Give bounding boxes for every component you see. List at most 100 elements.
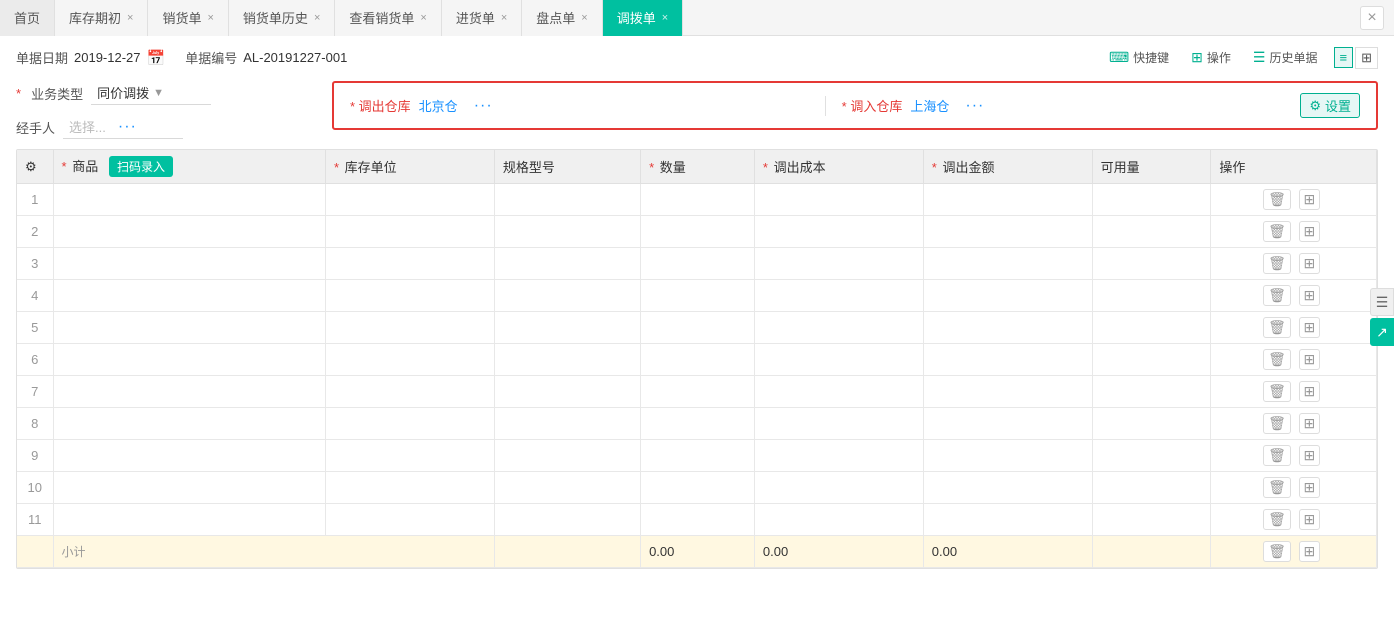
delete-row-btn[interactable]: 🗑 xyxy=(1263,477,1291,498)
row-cost[interactable] xyxy=(754,280,923,312)
row-available[interactable] xyxy=(1092,504,1211,536)
row-cost[interactable] xyxy=(754,184,923,216)
copy-row-btn[interactable]: ⊞ xyxy=(1299,381,1321,402)
row-cost[interactable] xyxy=(754,408,923,440)
row-available[interactable] xyxy=(1092,248,1211,280)
row-spec[interactable] xyxy=(494,376,640,408)
row-unit[interactable] xyxy=(325,504,494,536)
warehouse-in-value[interactable]: 上海仓 xyxy=(910,96,949,115)
row-unit[interactable] xyxy=(325,472,494,504)
row-amount[interactable] xyxy=(923,408,1092,440)
row-unit[interactable] xyxy=(325,312,494,344)
delete-row-btn[interactable]: 🗑 xyxy=(1263,413,1291,434)
row-available[interactable] xyxy=(1092,184,1211,216)
row-cost[interactable] xyxy=(754,248,923,280)
operation-button[interactable]: ⊞ 操作 xyxy=(1185,46,1237,69)
row-unit[interactable] xyxy=(325,440,494,472)
row-amount[interactable] xyxy=(923,248,1092,280)
operator-more-btn[interactable]: ··· xyxy=(118,118,137,136)
row-available[interactable] xyxy=(1092,344,1211,376)
window-close-button[interactable]: × xyxy=(1360,6,1384,30)
doc-no-value[interactable]: AL-20191227-001 xyxy=(243,50,347,65)
row-spec[interactable] xyxy=(494,440,640,472)
row-product[interactable] xyxy=(53,312,325,344)
scan-button[interactable]: 扫码录入 xyxy=(109,156,173,177)
float-list-btn[interactable]: ☰ xyxy=(1370,288,1394,316)
layout-btn-list[interactable]: ≡ xyxy=(1334,47,1354,68)
row-qty[interactable] xyxy=(641,184,755,216)
row-amount[interactable] xyxy=(923,216,1092,248)
row-available[interactable] xyxy=(1092,440,1211,472)
delete-row-btn[interactable]: 🗑 xyxy=(1263,349,1291,370)
row-qty[interactable] xyxy=(641,408,755,440)
row-product[interactable] xyxy=(53,248,325,280)
row-amount[interactable] xyxy=(923,472,1092,504)
calendar-icon[interactable]: 📅 xyxy=(147,49,166,67)
subtotal-copy-btn[interactable]: ⊞ xyxy=(1299,541,1321,562)
copy-row-btn[interactable]: ⊞ xyxy=(1299,285,1321,306)
row-unit[interactable] xyxy=(325,408,494,440)
row-available[interactable] xyxy=(1092,216,1211,248)
row-unit[interactable] xyxy=(325,184,494,216)
row-product[interactable] xyxy=(53,440,325,472)
row-qty[interactable] xyxy=(641,376,755,408)
tab-transfer[interactable]: 调拨单 × xyxy=(603,0,683,36)
tab-close-transfer[interactable]: × xyxy=(662,12,668,24)
row-product[interactable] xyxy=(53,376,325,408)
tab-purchase[interactable]: 进货单 × xyxy=(442,0,522,36)
row-amount[interactable] xyxy=(923,312,1092,344)
tab-home[interactable]: 首页 xyxy=(0,0,55,36)
row-amount[interactable] xyxy=(923,504,1092,536)
row-available[interactable] xyxy=(1092,472,1211,504)
row-qty[interactable] xyxy=(641,472,755,504)
th-settings[interactable]: ⚙ xyxy=(17,150,53,184)
delete-row-btn[interactable]: 🗑 xyxy=(1263,509,1291,530)
float-expand-btn[interactable]: ↗ xyxy=(1370,318,1394,346)
row-cost[interactable] xyxy=(754,376,923,408)
row-product[interactable] xyxy=(53,216,325,248)
row-qty[interactable] xyxy=(641,312,755,344)
delete-row-btn[interactable]: 🗑 xyxy=(1263,221,1291,242)
delete-row-btn[interactable]: 🗑 xyxy=(1263,317,1291,338)
operator-select[interactable]: 选择... ··· xyxy=(63,115,183,139)
row-product[interactable] xyxy=(53,408,325,440)
warehouse-in-more-btn[interactable]: ··· xyxy=(965,97,984,115)
row-unit[interactable] xyxy=(325,376,494,408)
subtotal-delete-btn[interactable]: 🗑 xyxy=(1263,541,1291,562)
row-spec[interactable] xyxy=(494,248,640,280)
copy-row-btn[interactable]: ⊞ xyxy=(1299,349,1321,370)
tab-close-sales-history[interactable]: × xyxy=(314,12,320,24)
settings-button[interactable]: ⚙ 设置 xyxy=(1300,93,1360,118)
row-spec[interactable] xyxy=(494,504,640,536)
warehouse-out-value[interactable]: 北京仓 xyxy=(419,96,458,115)
layout-btn-grid[interactable]: ⊞ xyxy=(1355,47,1378,69)
tab-inventory-init[interactable]: 库存期初 × xyxy=(55,0,148,36)
row-unit[interactable] xyxy=(325,216,494,248)
row-amount[interactable] xyxy=(923,376,1092,408)
tab-stocktake[interactable]: 盘点单 × xyxy=(522,0,602,36)
delete-row-btn[interactable]: 🗑 xyxy=(1263,189,1291,210)
row-product[interactable] xyxy=(53,472,325,504)
tab-close-inventory-init[interactable]: × xyxy=(127,12,133,24)
delete-row-btn[interactable]: 🗑 xyxy=(1263,445,1291,466)
row-amount[interactable] xyxy=(923,184,1092,216)
row-available[interactable] xyxy=(1092,280,1211,312)
delete-row-btn[interactable]: 🗑 xyxy=(1263,381,1291,402)
business-type-select[interactable]: 同价调拨 ▼ xyxy=(91,81,211,105)
delete-row-btn[interactable]: 🗑 xyxy=(1263,285,1291,306)
copy-row-btn[interactable]: ⊞ xyxy=(1299,221,1321,242)
row-unit[interactable] xyxy=(325,280,494,312)
row-amount[interactable] xyxy=(923,280,1092,312)
row-spec[interactable] xyxy=(494,280,640,312)
row-spec[interactable] xyxy=(494,408,640,440)
copy-row-btn[interactable]: ⊞ xyxy=(1299,253,1321,274)
row-qty[interactable] xyxy=(641,344,755,376)
tab-close-view-sales[interactable]: × xyxy=(420,12,426,24)
row-cost[interactable] xyxy=(754,504,923,536)
delete-row-btn[interactable]: 🗑 xyxy=(1263,253,1291,274)
tab-sales-order[interactable]: 销货单 × xyxy=(148,0,228,36)
table-scroll[interactable]: ⚙ 商品 扫码录入 库存单位 规格型号 xyxy=(17,150,1377,568)
row-available[interactable] xyxy=(1092,312,1211,344)
copy-row-btn[interactable]: ⊞ xyxy=(1299,477,1321,498)
row-spec[interactable] xyxy=(494,344,640,376)
